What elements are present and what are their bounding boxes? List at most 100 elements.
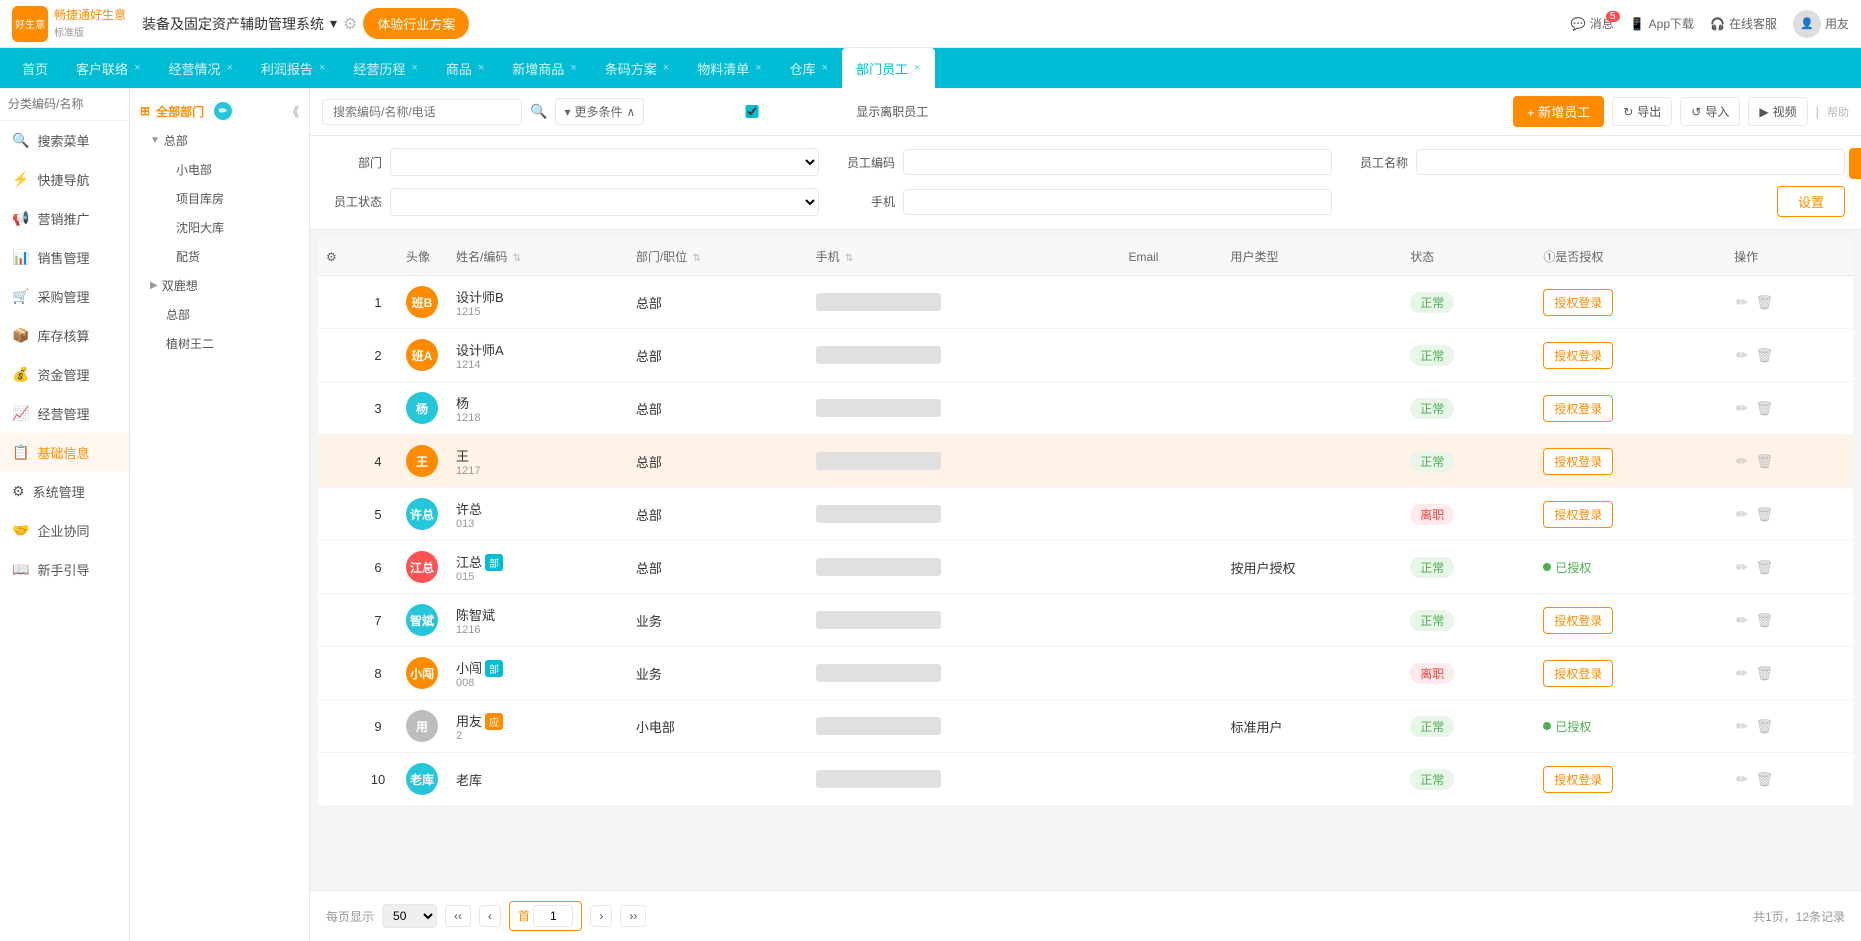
per-page-select[interactable]: 50 20 100 bbox=[382, 904, 437, 928]
tab-close-icon[interactable]: × bbox=[134, 62, 140, 74]
sidebar-item-搜索菜单[interactable]: 🔍搜索菜单 bbox=[0, 121, 129, 160]
dept-item-双鹿想[interactable]: ▶双鹿想 bbox=[130, 271, 309, 300]
settings-icon[interactable]: ⚙ bbox=[343, 14, 357, 34]
sidebar-item-库存核算[interactable]: 📦库存核算 bbox=[0, 316, 129, 355]
dept-item-配货[interactable]: 配货 bbox=[130, 242, 309, 271]
auth-button[interactable]: 授权登录 bbox=[1543, 501, 1613, 528]
auth-button[interactable]: 授权登录 bbox=[1543, 342, 1613, 369]
dept-item-沈阳大库[interactable]: 沈阳大库 bbox=[130, 213, 309, 242]
emp-code-input[interactable] bbox=[903, 149, 1332, 175]
auth-button[interactable]: 授权登录 bbox=[1543, 395, 1613, 422]
nav-tab-客户联络[interactable]: 客户联络 × bbox=[62, 48, 154, 88]
dept-item-植树王二[interactable]: 植树王二 bbox=[130, 329, 309, 358]
dept-select[interactable] bbox=[390, 148, 819, 176]
add-employee-button[interactable]: + 新增员工 bbox=[1513, 96, 1604, 127]
edit-icon[interactable]: ✏ bbox=[1736, 294, 1748, 310]
sidebar-item-基础信息[interactable]: 📋基础信息 bbox=[0, 433, 129, 472]
dept-item-总部[interactable]: ▼总部 bbox=[130, 126, 309, 155]
nav-tab-条码方案[interactable]: 条码方案 × bbox=[591, 48, 683, 88]
tab-close-icon[interactable]: × bbox=[663, 62, 669, 74]
help-button[interactable]: | bbox=[1816, 104, 1819, 119]
emp-name-input[interactable] bbox=[1416, 149, 1845, 175]
delete-icon[interactable]: 🗑 bbox=[1756, 771, 1774, 787]
tab-close-icon[interactable]: × bbox=[570, 62, 576, 74]
dropdown-arrow[interactable]: ▾ bbox=[330, 15, 337, 32]
edit-icon[interactable]: ✏ bbox=[1736, 453, 1748, 469]
delete-icon[interactable]: 🗑 bbox=[1756, 453, 1774, 469]
delete-icon[interactable]: 🗑 bbox=[1756, 294, 1774, 310]
th-phone[interactable]: 手机 ⇅ bbox=[808, 238, 1121, 276]
edit-icon[interactable]: ✏ bbox=[1736, 559, 1748, 575]
delete-icon[interactable]: 🗑 bbox=[1756, 665, 1774, 681]
tab-close-icon[interactable]: × bbox=[822, 62, 828, 74]
sidebar-item-系统管理[interactable]: ⚙系统管理 bbox=[0, 472, 129, 511]
delete-icon[interactable]: 🗑 bbox=[1756, 347, 1774, 363]
delete-icon[interactable]: 🗑 bbox=[1756, 506, 1774, 522]
last-page-button[interactable]: ›› bbox=[620, 905, 646, 927]
sidebar-search-input[interactable] bbox=[8, 97, 130, 111]
edit-icon[interactable]: ✏ bbox=[1736, 612, 1748, 628]
edit-icon[interactable]: ✏ bbox=[1736, 771, 1748, 787]
tab-close-icon[interactable]: × bbox=[914, 62, 920, 74]
prev-page-button[interactable]: ‹ bbox=[479, 905, 501, 927]
dept-edit-icon[interactable]: ✏ bbox=[214, 102, 232, 120]
sidebar-item-企业协同[interactable]: 🤝企业协同 bbox=[0, 511, 129, 550]
tab-close-icon[interactable]: × bbox=[755, 62, 761, 74]
edit-icon[interactable]: ✏ bbox=[1736, 665, 1748, 681]
message-button[interactable]: 💬 消息 5 bbox=[1571, 15, 1614, 32]
sidebar-item-新手引导[interactable]: 📖新手引导 bbox=[0, 550, 129, 589]
edit-icon[interactable]: ✏ bbox=[1736, 400, 1748, 416]
edit-icon[interactable]: ✏ bbox=[1736, 506, 1748, 522]
nav-tab-利润报告[interactable]: 利润报告 × bbox=[247, 48, 339, 88]
nav-tab-物料清单[interactable]: 物料清单 × bbox=[683, 48, 775, 88]
status-select[interactable] bbox=[390, 188, 819, 216]
sidebar-item-采购管理[interactable]: 🛒采购管理 bbox=[0, 277, 129, 316]
nav-tab-部门员工[interactable]: 部门员工 × bbox=[842, 48, 934, 88]
tab-close-icon[interactable]: × bbox=[319, 62, 325, 74]
sidebar-item-资金管理[interactable]: 💰资金管理 bbox=[0, 355, 129, 394]
search-button[interactable]: 🔍 bbox=[530, 103, 547, 120]
nav-tab-商品[interactable]: 商品 × bbox=[432, 48, 498, 88]
search-input[interactable] bbox=[322, 99, 522, 125]
dept-item-总部[interactable]: 总部 bbox=[130, 300, 309, 329]
tab-close-icon[interactable]: × bbox=[411, 62, 417, 74]
dept-collapse-icon[interactable]: 《 bbox=[287, 103, 299, 120]
auth-button[interactable]: 授权登录 bbox=[1543, 766, 1613, 793]
import-button[interactable]: ↺ 导入 bbox=[1680, 97, 1740, 126]
auth-button[interactable]: 授权登录 bbox=[1543, 607, 1613, 634]
nav-tab-仓库[interactable]: 仓库 × bbox=[776, 48, 842, 88]
experience-button[interactable]: 体验行业方案 bbox=[363, 8, 469, 39]
nav-tab-经营历程[interactable]: 经营历程 × bbox=[339, 48, 431, 88]
query-button[interactable]: 查询 bbox=[1849, 148, 1861, 179]
nav-tab-首页[interactable]: 首页 bbox=[8, 48, 62, 88]
export-button[interactable]: ↻ 导出 bbox=[1612, 97, 1672, 126]
edit-icon[interactable]: ✏ bbox=[1736, 347, 1748, 363]
nav-tab-经营情况[interactable]: 经营情况 × bbox=[154, 48, 246, 88]
sidebar-item-经营管理[interactable]: 📈经营管理 bbox=[0, 394, 129, 433]
more-btn[interactable]: 帮助 bbox=[1827, 104, 1849, 120]
tab-close-icon[interactable]: × bbox=[226, 62, 232, 74]
dept-item-小电部[interactable]: 小电部 bbox=[130, 155, 309, 184]
th-setting[interactable]: ⚙ bbox=[318, 238, 358, 276]
delete-icon[interactable]: 🗑 bbox=[1756, 400, 1774, 416]
sidebar-item-营销推广[interactable]: 📢营销推广 bbox=[0, 199, 129, 238]
auth-button[interactable]: 授权登录 bbox=[1543, 660, 1613, 687]
dept-item-项目库房[interactable]: 项目库房 bbox=[130, 184, 309, 213]
page-input[interactable] bbox=[533, 905, 573, 927]
more-conditions-button[interactable]: ▾ 更多条件 ∧ bbox=[555, 98, 644, 125]
sidebar-item-销售管理[interactable]: 📊销售管理 bbox=[0, 238, 129, 277]
sidebar-search[interactable]: 🔍 bbox=[0, 88, 129, 121]
video-button[interactable]: ▶ 视频 bbox=[1748, 97, 1807, 126]
user-menu[interactable]: 👤 用友 bbox=[1793, 10, 1849, 38]
tab-close-icon[interactable]: × bbox=[478, 62, 484, 74]
nav-tab-新增商品[interactable]: 新增商品 × bbox=[498, 48, 590, 88]
auth-button[interactable]: 授权登录 bbox=[1543, 289, 1613, 316]
online-service-button[interactable]: 🎧 在线客服 bbox=[1710, 15, 1777, 32]
show-resigned-checkbox[interactable]: 显示离职员工 bbox=[652, 103, 928, 120]
phone-input[interactable] bbox=[903, 189, 1332, 215]
next-page-button[interactable]: › bbox=[590, 905, 612, 927]
delete-icon[interactable]: 🗑 bbox=[1756, 559, 1774, 575]
delete-icon[interactable]: 🗑 bbox=[1756, 718, 1774, 734]
reset-button[interactable]: 设置 bbox=[1777, 186, 1845, 217]
app-download-button[interactable]: 📱 App下载 bbox=[1630, 15, 1694, 32]
